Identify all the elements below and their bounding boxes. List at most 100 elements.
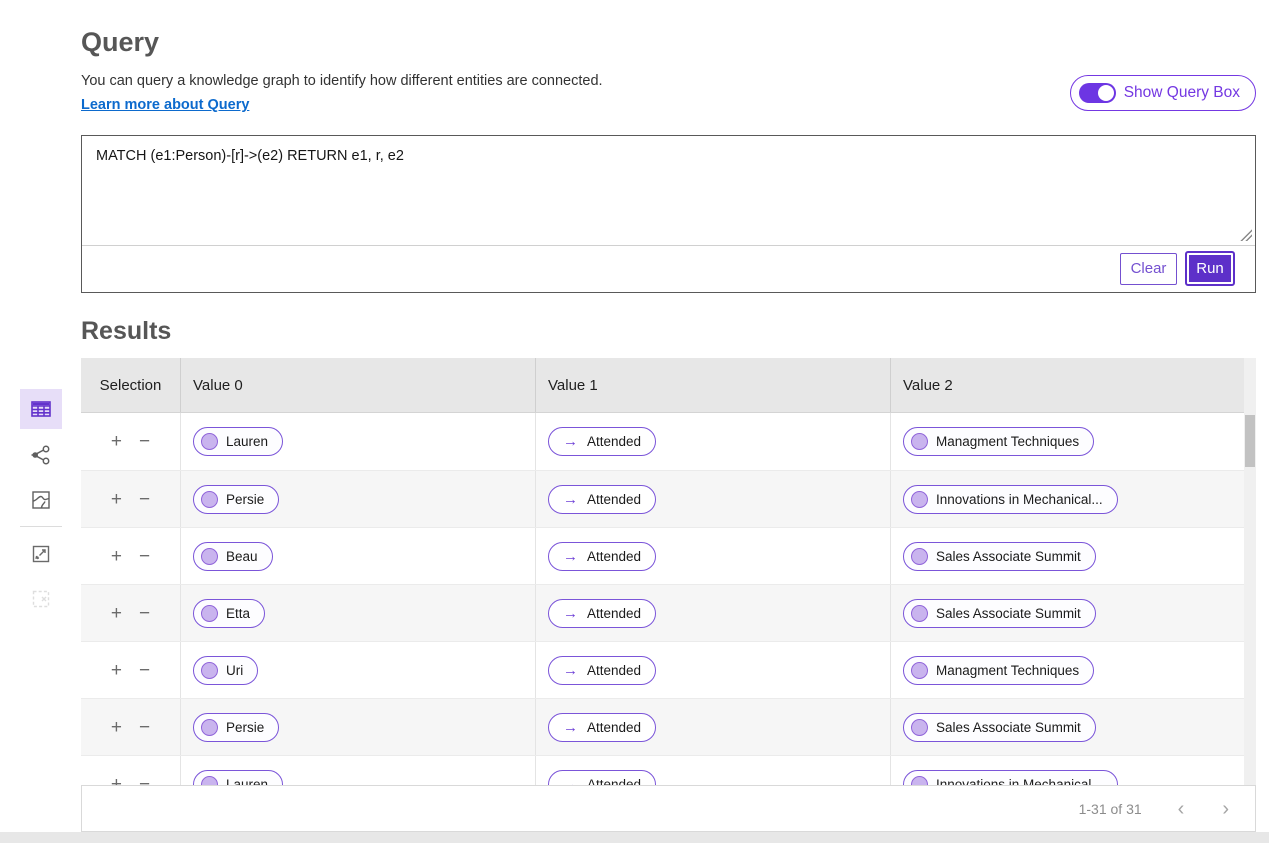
run-button[interactable]: Run [1185,251,1235,286]
relation-pill[interactable]: → Attended [548,598,657,628]
arrow-right-icon: → [563,718,578,736]
toggle-switch-icon [1078,83,1116,103]
clear-button[interactable]: Clear [1120,252,1177,285]
value1-cell: → Attended [536,528,891,584]
value1-cell: → Attended [536,585,891,641]
results-table: Selection Value 0 Value 1 Value 2 + − La… [81,358,1244,785]
entity-label: Persie [226,719,265,735]
entity-label: Persie [226,491,265,507]
table-row: + − Lauren → Attended Innovations in Mec… [81,755,1244,785]
results-title: Results [81,317,172,345]
value2-cell: Innovations in Mechanical... [891,756,1244,785]
column-header-selection: Selection [81,358,181,412]
entity-dot-icon [911,775,928,785]
relation-pill[interactable]: → Attended [548,427,657,456]
selection-cell: + − [81,528,181,584]
scrollbar-thumb[interactable] [1245,415,1255,467]
entity-pill[interactable]: Innovations in Mechanical... [903,769,1118,785]
map-view-icon [32,491,50,509]
selection-cell: + − [81,756,181,785]
relation-label: Attended [587,605,642,621]
add-selection-button[interactable]: + [111,432,122,451]
relation-label: Attended [587,662,642,678]
value1-cell: → Attended [536,471,891,527]
add-selection-button[interactable]: + [111,604,122,623]
table-row: + − Uri → Attended Managment Techniques [81,641,1244,698]
value0-cell: Lauren [181,756,536,785]
pagination-prev-button[interactable]: ‹ [1176,799,1187,819]
entity-pill[interactable]: Lauren [193,769,284,785]
entity-pill[interactable]: Persie [193,484,280,514]
sidebar-item-new-map-view[interactable] [20,534,62,574]
query-panel: MATCH (e1:Person)-[r]->(e2) RETURN e1, r… [81,135,1256,293]
entity-pill[interactable]: Etta [193,598,266,628]
entity-pill[interactable]: Innovations in Mechanical... [903,484,1118,514]
value0-cell: Uri [181,642,536,698]
resize-handle-icon[interactable] [1239,228,1252,241]
sidebar-item-table-view[interactable] [20,389,62,429]
remove-selection-button[interactable]: − [139,775,150,786]
results-footer: 1-31 of 31 ‹ › [81,785,1256,832]
query-page: Query You can query a knowledge graph to… [0,0,1269,843]
pagination-range-label: 1-31 of 31 [1078,800,1142,817]
show-query-box-toggle[interactable]: Show Query Box [1069,75,1256,111]
add-selection-button[interactable]: + [111,490,122,509]
remove-selection-button[interactable]: − [139,661,150,680]
add-selection-button[interactable]: + [111,547,122,566]
value0-cell: Persie [181,471,536,527]
description-text: You can query a knowledge graph to ident… [81,73,603,89]
entity-pill[interactable]: Sales Associate Summit [903,598,1096,628]
entity-label: Sales Associate Summit [936,548,1081,564]
sidebar-item-selection-view [20,579,62,619]
add-selection-button[interactable]: + [111,718,122,737]
entity-pill[interactable]: Sales Associate Summit [903,712,1096,742]
relation-pill[interactable]: → Attended [548,655,657,685]
relation-label: Attended [587,548,642,564]
value2-cell: Sales Associate Summit [891,585,1244,641]
value1-cell: → Attended [536,413,891,470]
sidebar-item-graph-view[interactable] [20,435,62,475]
table-row: + − Persie → Attended Sales Associate Su… [81,698,1244,755]
remove-selection-button[interactable]: − [139,547,150,566]
add-selection-button[interactable]: + [111,775,122,786]
selection-cell: + − [81,642,181,698]
relation-pill[interactable]: → Attended [548,712,657,742]
value2-cell: Managment Techniques [891,413,1244,470]
value1-cell: → Attended [536,642,891,698]
value0-cell: Beau [181,528,536,584]
column-header-value1: Value 1 [536,358,891,412]
entity-pill[interactable]: Sales Associate Summit [903,541,1096,571]
sidebar-item-map-view[interactable] [20,480,62,520]
arrow-right-icon: → [563,604,578,622]
relation-pill[interactable]: → Attended [548,541,657,571]
entity-pill[interactable]: Beau [193,541,273,571]
entity-dot-icon [911,604,928,622]
relation-pill[interactable]: → Attended [548,484,657,514]
add-selection-button[interactable]: + [111,661,122,680]
table-view-icon [31,401,51,417]
remove-selection-button[interactable]: − [139,604,150,623]
entity-pill[interactable]: Managment Techniques [903,427,1095,456]
pagination-next-button[interactable]: › [1220,799,1231,819]
remove-selection-button[interactable]: − [139,490,150,509]
entity-pill[interactable]: Lauren [193,427,284,456]
entity-dot-icon [911,661,928,679]
value1-cell: → Attended [536,699,891,755]
entity-pill[interactable]: Managment Techniques [903,655,1095,685]
learn-more-link[interactable]: Learn more about Query [81,97,249,113]
entity-pill[interactable]: Persie [193,712,280,742]
entity-pill[interactable]: Uri [193,655,259,685]
remove-selection-button[interactable]: − [139,432,150,451]
remove-selection-button[interactable]: − [139,718,150,737]
entity-dot-icon [201,433,218,450]
value0-cell: Lauren [181,413,536,470]
entity-dot-icon [201,547,218,565]
relation-pill[interactable]: → Attended [548,769,657,785]
query-input[interactable]: MATCH (e1:Person)-[r]->(e2) RETURN e1, r… [82,136,1255,244]
relation-label: Attended [587,434,642,449]
column-header-value2: Value 2 [903,376,953,394]
table-scrollbar[interactable] [1244,358,1256,785]
selection-cell: + − [81,585,181,641]
value1-cell: → Attended [536,756,891,785]
entity-dot-icon [201,490,218,508]
